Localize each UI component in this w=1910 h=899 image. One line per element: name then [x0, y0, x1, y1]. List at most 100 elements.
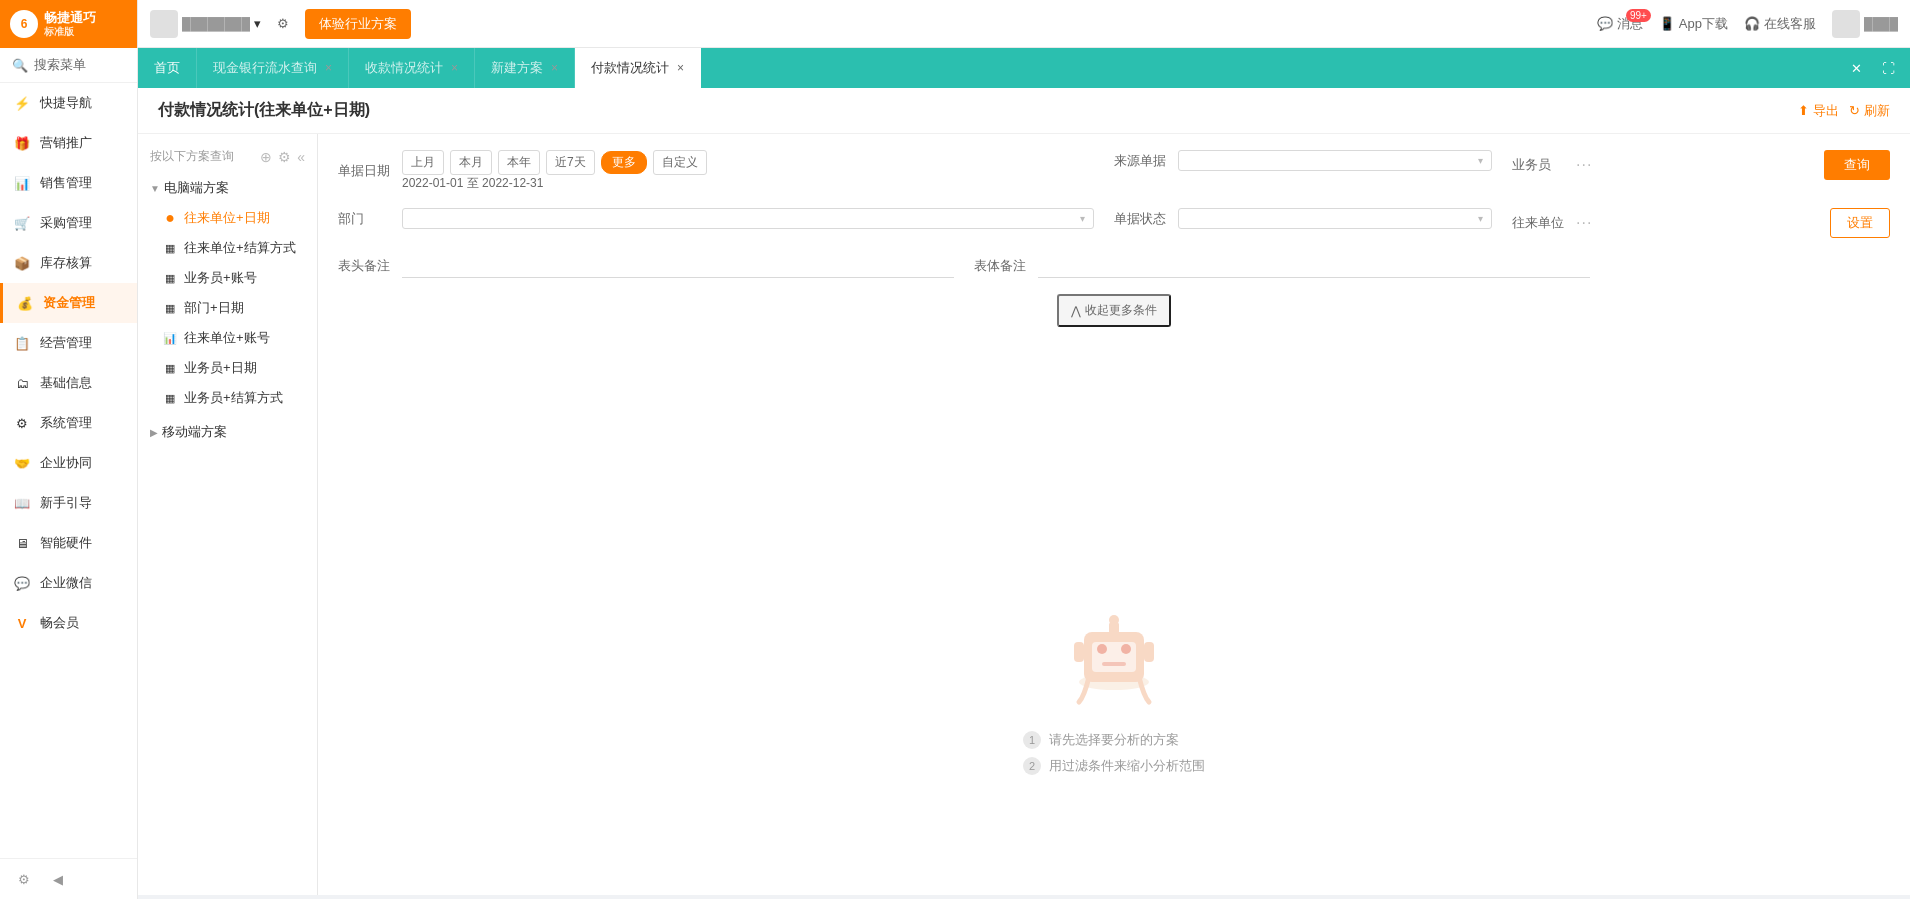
add-scheme-icon[interactable]: ⊕ [260, 149, 272, 165]
tab-income[interactable]: 收款情况统计 × [349, 48, 475, 88]
filter-area: 单据日期 上月 本月 本年 近7天 更多 自定义 [318, 134, 1910, 471]
date-btn-custom[interactable]: 自定义 [653, 150, 707, 175]
tab-new-plan[interactable]: 新建方案 × [475, 48, 575, 88]
counterpart-label: 往来单位 [1512, 214, 1568, 232]
scheme-table-icon-2: ▦ [162, 270, 178, 286]
header-note-input[interactable] [402, 254, 954, 278]
sidebar-item-basic[interactable]: 🗂 基础信息 [0, 363, 137, 403]
query-button[interactable]: 查询 [1824, 150, 1890, 180]
app-icon: 📱 [1659, 16, 1675, 31]
sidebar-item-hardware[interactable]: 🖥 智能硬件 [0, 523, 137, 563]
customer-service-button[interactable]: 🎧 在线客服 [1744, 15, 1816, 33]
body-note-label: 表体备注 [974, 257, 1030, 275]
sidebar-item-quicknav[interactable]: ⚡ 快捷导航 [0, 83, 137, 123]
counterpart-picker-icon[interactable]: ··· [1576, 214, 1592, 232]
notify-button[interactable]: 💬 消息 99+ [1597, 15, 1643, 33]
purchase-icon: 🛒 [12, 213, 32, 233]
scheme-table-icon-3: ▦ [162, 300, 178, 316]
tab-payment[interactable]: 付款情况统计 × [575, 48, 701, 88]
sidebar-item-operations[interactable]: 📋 经营管理 [0, 323, 137, 363]
collapse-scheme-icon[interactable]: « [297, 149, 305, 165]
sidebar-item-member[interactable]: V 畅会员 [0, 603, 137, 643]
sidebar-item-label: 智能硬件 [40, 534, 92, 552]
sidebar-item-funds[interactable]: 💰 资金管理 [0, 283, 137, 323]
scheme-item-counterpart-date[interactable]: ● 往来单位+日期 [138, 203, 317, 233]
close-all-tabs-icon[interactable]: ✕ [1842, 54, 1870, 82]
sidebar-item-system[interactable]: ⚙ 系统管理 [0, 403, 137, 443]
topbar-user-avatar [1832, 10, 1860, 38]
date-btn-last-month[interactable]: 上月 [402, 150, 444, 175]
refresh-button[interactable]: ↻ 刷新 [1849, 102, 1890, 120]
sidebar-header: 6 畅捷通巧 标准版 [0, 0, 137, 48]
app-download-button[interactable]: 📱 App下载 [1659, 15, 1728, 33]
filter-date: 单据日期 上月 本月 本年 近7天 更多 自定义 [338, 150, 1094, 192]
tab-home[interactable]: 首页 [138, 48, 197, 88]
app-label: App下载 [1679, 15, 1728, 33]
sidebar-item-purchase[interactable]: 🛒 采购管理 [0, 203, 137, 243]
scheme-panel: 按以下方案查询 ⊕ ⚙ « ▼ 电脑端方案 ● 往来单位+日期 [138, 134, 318, 895]
inventory-icon: 📦 [12, 253, 32, 273]
sidebar-item-guide[interactable]: 📖 新手引导 [0, 483, 137, 523]
operations-icon: 📋 [12, 333, 32, 353]
tab-bank[interactable]: 现金银行流水查询 × [197, 48, 349, 88]
marketing-icon: 🎁 [12, 133, 32, 153]
date-btn-more[interactable]: 更多 [601, 151, 647, 174]
scheme-item-salesman-account[interactable]: ▦ 业务员+账号 [138, 263, 317, 293]
filter-status: 单据状态 ▾ [1114, 208, 1492, 229]
search-icon: 🔍 [12, 58, 28, 73]
svg-rect-8 [1074, 642, 1084, 662]
tab-home-label: 首页 [154, 59, 180, 77]
settings-footer-icon[interactable]: ⚙ [12, 867, 36, 891]
scheme-group-desktop-title[interactable]: ▼ 电脑端方案 [138, 173, 317, 203]
sidebar-item-label: 企业协同 [40, 454, 92, 472]
tip-num-1: 1 [1023, 731, 1041, 749]
date-btn-this-month[interactable]: 本月 [450, 150, 492, 175]
tab-bank-close[interactable]: × [325, 61, 332, 75]
status-select[interactable]: ▾ [1178, 208, 1492, 229]
sidebar-item-marketing[interactable]: 🎁 营销推广 [0, 123, 137, 163]
date-range-value: 2022-01-01 至 2022-12-31 [402, 175, 543, 192]
trial-button[interactable]: 体验行业方案 [305, 9, 411, 39]
scheme-group-mobile: ▶ 移动端方案 [138, 417, 317, 447]
filter-salesman: 业务员 ··· 查询 [1512, 150, 1890, 180]
search-menu[interactable]: 🔍 搜索菜单 [0, 48, 137, 83]
tab-new-plan-close[interactable]: × [551, 61, 558, 75]
enterprise-icon: 🤝 [12, 453, 32, 473]
user-profile[interactable]: ████████ ▾ [150, 10, 261, 38]
arrow-right-icon: ▶ [150, 427, 158, 438]
collapse-sidebar-icon[interactable]: ◀ [46, 867, 70, 891]
source-select[interactable]: ▾ [1178, 150, 1492, 171]
sidebar-item-sales[interactable]: 📊 销售管理 [0, 163, 137, 203]
setting-button[interactable]: 设置 [1830, 208, 1890, 238]
collapse-row: ⋀ 收起更多条件 [338, 294, 1890, 327]
date-btn-7days[interactable]: 近7天 [546, 150, 595, 175]
tab-new-plan-label: 新建方案 [491, 59, 543, 77]
sidebar-item-wechat[interactable]: 💬 企业微信 [0, 563, 137, 603]
sidebar-item-enterprise[interactable]: 🤝 企业协同 [0, 443, 137, 483]
dept-label: 部门 [338, 210, 394, 228]
system-icon: ⚙ [12, 413, 32, 433]
collapse-conditions-button[interactable]: ⋀ 收起更多条件 [1057, 294, 1171, 327]
date-btn-this-year[interactable]: 本年 [498, 150, 540, 175]
sidebar-item-inventory[interactable]: 📦 库存核算 [0, 243, 137, 283]
scheme-item-dept-date[interactable]: ▦ 部门+日期 [138, 293, 317, 323]
page-title: 付款情况统计(往来单位+日期) [158, 100, 370, 121]
user-menu[interactable]: ████ [1832, 10, 1898, 38]
sidebar-nav: ⚡ 快捷导航 🎁 营销推广 📊 销售管理 🛒 采购管理 📦 库存核算 💰 资金管… [0, 83, 137, 858]
tab-payment-close[interactable]: × [677, 61, 684, 75]
sales-icon: 📊 [12, 173, 32, 193]
expand-tabs-icon[interactable]: ⛶ [1874, 54, 1902, 82]
dept-select[interactable]: ▾ [402, 208, 1094, 229]
export-button[interactable]: ⬆ 导出 [1798, 102, 1839, 120]
scheme-settings-icon[interactable]: ⚙ [278, 149, 291, 165]
scheme-item-salesman-settle[interactable]: ▦ 业务员+结算方式 [138, 383, 317, 413]
body-note-input[interactable] [1038, 254, 1590, 278]
settings-icon[interactable]: ⚙ [269, 10, 297, 38]
svg-point-3 [1097, 644, 1107, 654]
tab-income-close[interactable]: × [451, 61, 458, 75]
scheme-item-counterpart-account[interactable]: 📊 往来单位+账号 [138, 323, 317, 353]
scheme-item-salesman-date[interactable]: ▦ 业务员+日期 [138, 353, 317, 383]
scheme-item-counterpart-settle[interactable]: ▦ 往来单位+结算方式 [138, 233, 317, 263]
scheme-group-mobile-title[interactable]: ▶ 移动端方案 [138, 417, 317, 447]
salesman-picker-icon[interactable]: ··· [1576, 156, 1592, 174]
